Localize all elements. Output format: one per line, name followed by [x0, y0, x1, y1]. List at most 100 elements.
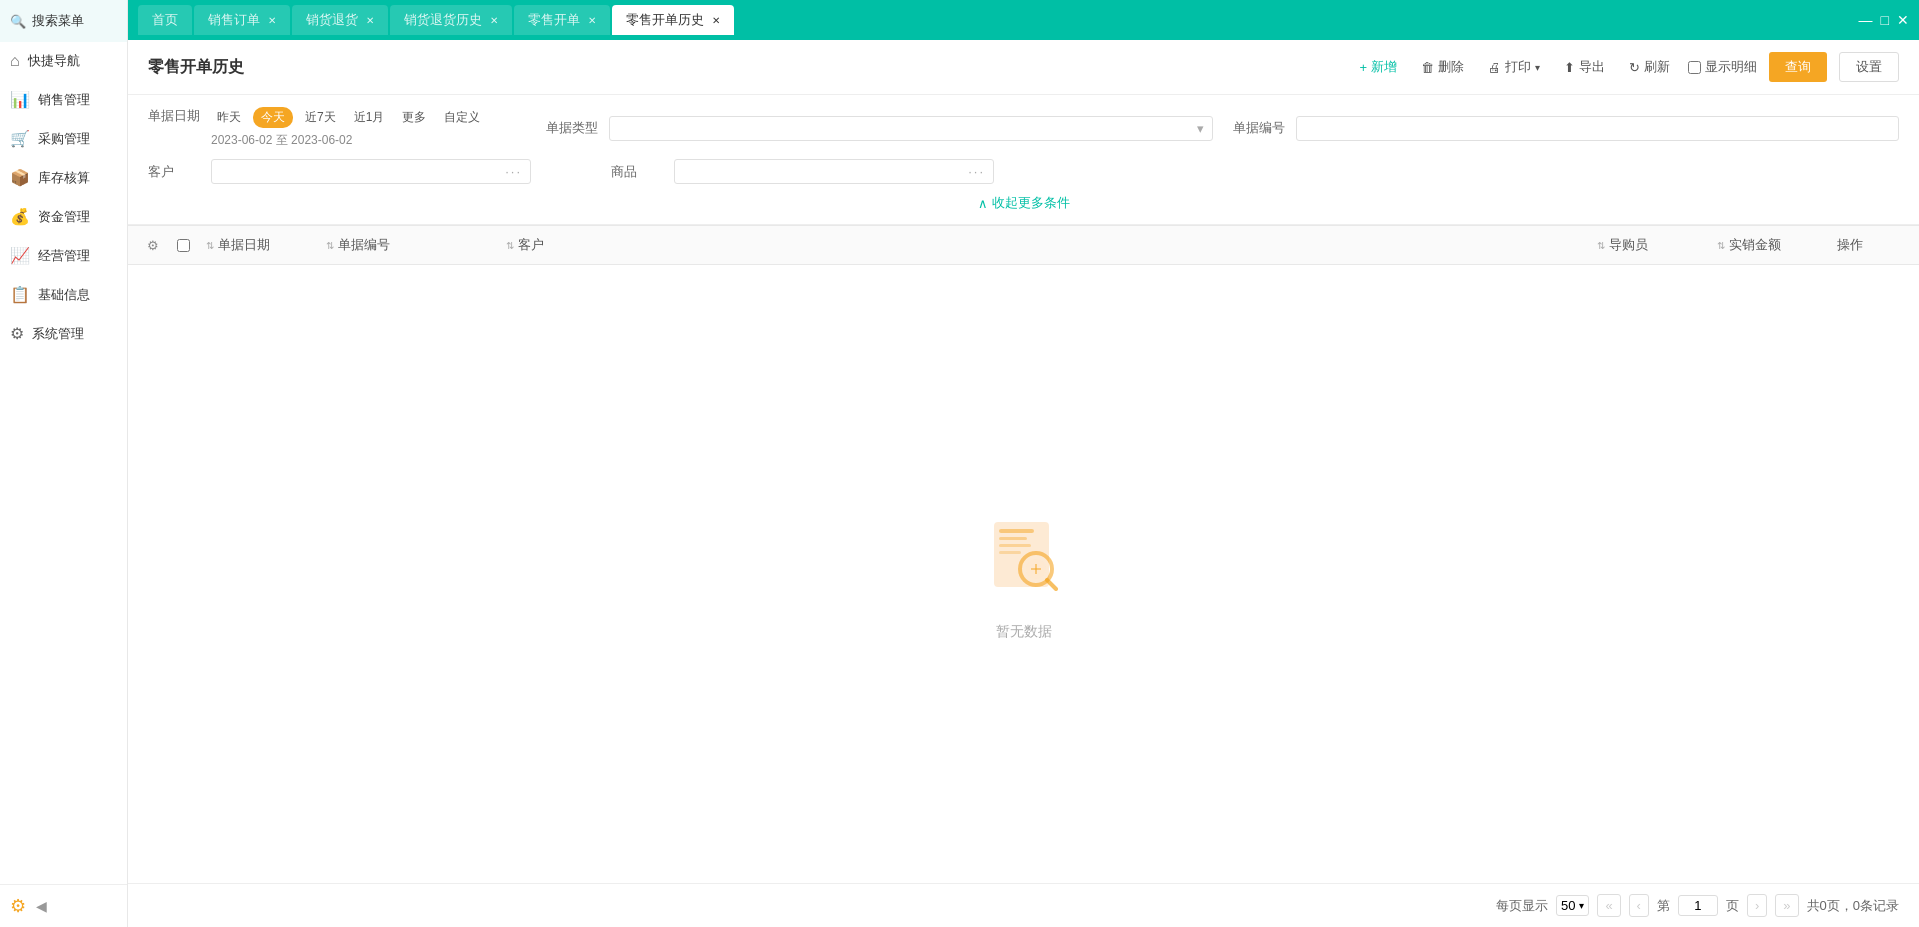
- doc-type-chevron: ▾: [1197, 121, 1204, 136]
- goods-dots: ···: [968, 164, 985, 179]
- new-button[interactable]: + 新增: [1353, 54, 1403, 80]
- page-last-btn[interactable]: »: [1775, 894, 1798, 917]
- customer-filter-label: 客户: [148, 163, 203, 181]
- sidebar-item-finance[interactable]: 💰 资金管理: [0, 197, 127, 236]
- page-first-btn[interactable]: «: [1597, 894, 1620, 917]
- main-area: 首页 销售订单 ✕ 销货退货 ✕ 销货退货历史 ✕ 零售开单 ✕ 零售开单历史 …: [128, 0, 1919, 927]
- sort-icon-amount[interactable]: ⇅: [1717, 240, 1725, 251]
- tab-sales-return-label: 销货退货: [306, 11, 358, 29]
- home-icon: ⌂: [10, 52, 20, 70]
- sidebar-item-sales[interactable]: 📊 销售管理: [0, 80, 127, 119]
- tab-sales-order-close[interactable]: ✕: [268, 15, 276, 26]
- tab-retail-open-label: 零售开单: [528, 11, 580, 29]
- table-settings-icon[interactable]: ⚙: [138, 238, 168, 253]
- finance-icon: 💰: [10, 207, 30, 226]
- tab-bar-right: — □ ✕: [1859, 12, 1909, 28]
- empty-state: 暂无数据: [128, 265, 1919, 883]
- tab-sales-return[interactable]: 销货退货 ✕: [292, 5, 388, 35]
- date-filter-buttons: 昨天 今天 近7天 近1月 更多 自定义: [211, 107, 486, 128]
- date-range-display: 2023-06-02 至 2023-06-02: [211, 132, 486, 149]
- tab-retail-history-label: 零售开单历史: [626, 11, 704, 29]
- display-detail-input[interactable]: [1688, 61, 1701, 74]
- date-btn-yesterday[interactable]: 昨天: [211, 107, 247, 128]
- tab-retail-open[interactable]: 零售开单 ✕: [514, 5, 610, 35]
- tab-retail-history[interactable]: 零售开单历史 ✕: [612, 5, 734, 35]
- sidebar-search[interactable]: 🔍 搜索菜单: [0, 0, 127, 42]
- doc-type-select[interactable]: ▾: [609, 116, 1212, 141]
- sidebar-item-base[interactable]: 📋 基础信息: [0, 275, 127, 314]
- goods-filter-label: 商品: [611, 163, 666, 181]
- system-icon: ⚙: [10, 324, 24, 343]
- sort-icon-customer[interactable]: ⇅: [506, 240, 514, 251]
- print-button[interactable]: 🖨 打印 ▾: [1482, 54, 1546, 80]
- sort-icon-docno[interactable]: ⇅: [326, 240, 334, 251]
- tab-bar: 首页 销售订单 ✕ 销货退货 ✕ 销货退货历史 ✕ 零售开单 ✕ 零售开单历史 …: [128, 0, 1919, 40]
- th-amount: ⇅ 实销金额: [1709, 236, 1829, 254]
- customer-select[interactable]: ···: [211, 159, 531, 184]
- sidebar-item-label: 库存核算: [38, 169, 90, 187]
- per-page-value: 50: [1561, 898, 1575, 913]
- delete-icon: 🗑: [1421, 60, 1434, 75]
- tab-sales-return-history[interactable]: 销货退货历史 ✕: [390, 5, 512, 35]
- page-number-input[interactable]: [1678, 895, 1718, 916]
- settings-bottom-icon[interactable]: ⚙: [10, 895, 26, 917]
- per-page-label: 每页显示: [1496, 897, 1548, 915]
- sidebar-item-label: 系统管理: [32, 325, 84, 343]
- sidebar-item-system[interactable]: ⚙ 系统管理: [0, 314, 127, 353]
- tab-retail-history-close[interactable]: ✕: [712, 15, 720, 26]
- display-detail-checkbox[interactable]: 显示明细: [1688, 58, 1757, 76]
- tab-sales-order[interactable]: 销售订单 ✕: [194, 5, 290, 35]
- select-all-input[interactable]: [177, 239, 190, 252]
- sort-icon-date[interactable]: ⇅: [206, 240, 214, 251]
- doc-no-input[interactable]: [1296, 116, 1899, 141]
- date-btn-1month[interactable]: 近1月: [348, 107, 391, 128]
- refresh-icon: ↻: [1629, 60, 1640, 75]
- pagination: 每页显示 50 ▾ « ‹ 第 页 › »: [128, 883, 1919, 927]
- window-maximize-icon[interactable]: □: [1881, 12, 1889, 28]
- table-select-all-checkbox[interactable]: [168, 239, 198, 252]
- sort-icon-guide[interactable]: ⇅: [1597, 240, 1605, 251]
- display-detail-label: 显示明细: [1705, 58, 1757, 76]
- sidebar-item-quick-nav[interactable]: ⌂ 快捷导航: [0, 42, 127, 80]
- new-label: 新增: [1371, 58, 1397, 76]
- window-minimize-icon[interactable]: —: [1859, 12, 1873, 28]
- date-btn-more[interactable]: 更多: [396, 107, 432, 128]
- page-prev-icon: ‹: [1637, 898, 1641, 913]
- window-close-icon[interactable]: ✕: [1897, 12, 1909, 28]
- per-page-select[interactable]: 50 ▾: [1556, 895, 1589, 916]
- page-next-btn[interactable]: ›: [1747, 894, 1767, 917]
- date-btn-custom[interactable]: 自定义: [438, 107, 486, 128]
- th-docno-label: 单据编号: [338, 236, 390, 254]
- sidebar-item-label: 资金管理: [38, 208, 90, 226]
- tab-home[interactable]: 首页: [138, 5, 192, 35]
- tab-retail-open-close[interactable]: ✕: [588, 15, 596, 26]
- empty-text: 暂无数据: [996, 623, 1052, 641]
- filter-row-2: 客户 ··· 商品 ···: [148, 159, 1899, 184]
- setting-button[interactable]: 设置: [1839, 52, 1899, 82]
- tab-sales-order-label: 销售订单: [208, 11, 260, 29]
- per-page-chevron: ▾: [1579, 900, 1584, 911]
- page-last-icon: »: [1783, 898, 1790, 913]
- sidebar-item-label: 基础信息: [38, 286, 90, 304]
- sidebar-item-inventory[interactable]: 📦 库存核算: [0, 158, 127, 197]
- query-button[interactable]: 查询: [1769, 52, 1827, 82]
- sidebar-item-label: 快捷导航: [28, 52, 80, 70]
- tab-sales-return-history-close[interactable]: ✕: [490, 15, 498, 26]
- th-guide-label: 导购员: [1609, 236, 1648, 254]
- svg-rect-4: [999, 551, 1021, 554]
- delete-button[interactable]: 🗑 删除: [1415, 54, 1470, 80]
- collapse-chevron-icon: ∧: [978, 196, 988, 211]
- date-btn-7days[interactable]: 近7天: [299, 107, 342, 128]
- th-date-label: 单据日期: [218, 236, 270, 254]
- tab-sales-return-close[interactable]: ✕: [366, 15, 374, 26]
- export-button[interactable]: ⬆ 导出: [1558, 54, 1611, 80]
- goods-select[interactable]: ···: [674, 159, 994, 184]
- refresh-button[interactable]: ↻ 刷新: [1623, 54, 1676, 80]
- sidebar-item-purchase[interactable]: 🛒 采购管理: [0, 119, 127, 158]
- collapse-filter-btn[interactable]: ∧ 收起更多条件: [148, 194, 1899, 212]
- collapse-sidebar-icon[interactable]: ◀: [36, 898, 47, 914]
- th-guide: ⇅ 导购员: [1589, 236, 1709, 254]
- page-prev-btn[interactable]: ‹: [1629, 894, 1649, 917]
- date-btn-today[interactable]: 今天: [253, 107, 293, 128]
- sidebar-item-operation[interactable]: 📈 经营管理: [0, 236, 127, 275]
